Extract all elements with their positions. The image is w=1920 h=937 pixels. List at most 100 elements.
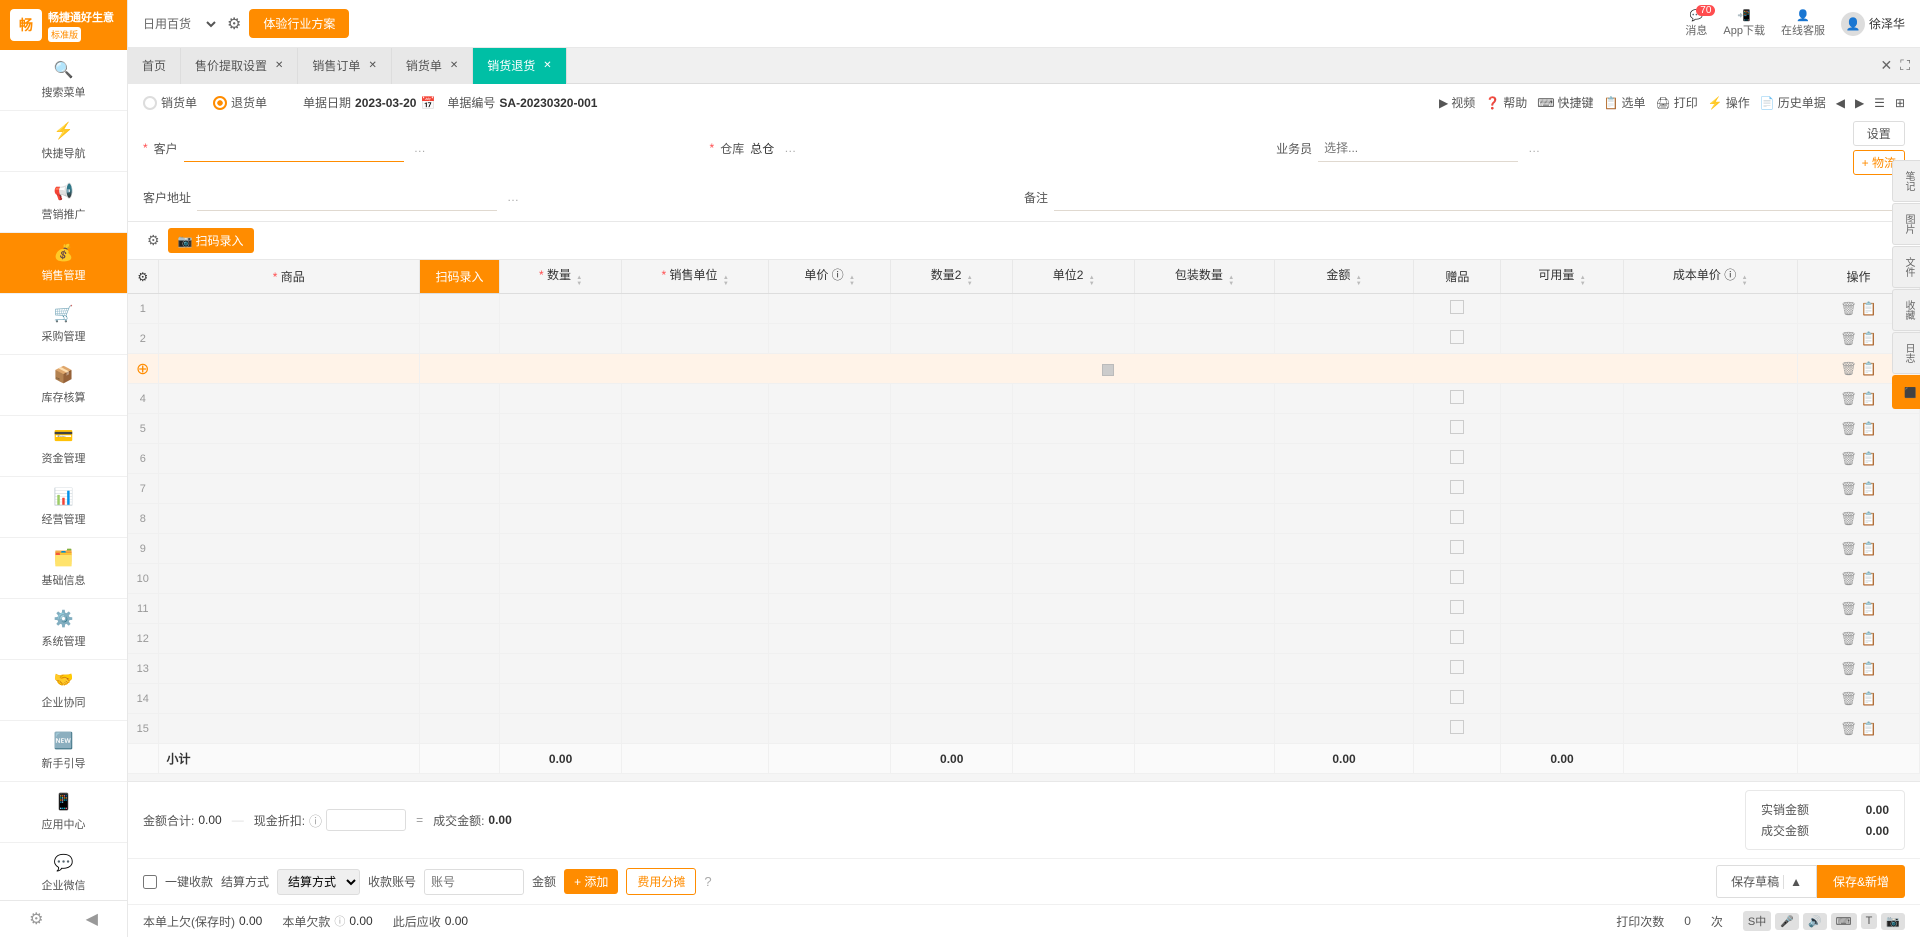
gift-cb-9[interactable] bbox=[1450, 540, 1464, 554]
account-input[interactable] bbox=[424, 869, 524, 895]
payment-help-icon[interactable]: ? bbox=[704, 874, 711, 889]
add-row-icon[interactable]: ⊕ bbox=[128, 354, 158, 384]
favorite-float-btn[interactable]: 收藏 bbox=[1892, 289, 1920, 331]
kb-btn[interactable]: ⌨ bbox=[1831, 913, 1857, 930]
qty-cell-1[interactable] bbox=[500, 294, 622, 324]
experience-button[interactable]: 体验行业方案 bbox=[249, 9, 349, 38]
tab-sales-return[interactable]: 销货退货 ✕ bbox=[473, 48, 566, 84]
app-download-button[interactable]: 📲 App下载 bbox=[1723, 9, 1765, 38]
price-cell-1[interactable] bbox=[769, 294, 891, 324]
copy-11[interactable]: 📋 bbox=[1861, 601, 1877, 617]
unit2-sort[interactable]: ▲▼ bbox=[1089, 275, 1095, 287]
del-4[interactable]: 🗑 bbox=[1840, 391, 1857, 407]
sidebar-item-marketing[interactable]: 📢 营销推广 bbox=[0, 172, 127, 233]
sidebar-item-quicknav[interactable]: ⚡ 快捷导航 bbox=[0, 111, 127, 172]
warehouse-more[interactable]: … bbox=[784, 141, 796, 155]
staff-input[interactable] bbox=[1318, 134, 1518, 162]
gift-cb-14[interactable] bbox=[1450, 690, 1464, 704]
amount-cell-2[interactable] bbox=[1274, 324, 1414, 354]
price-cell-2[interactable] bbox=[769, 324, 891, 354]
copy-15[interactable]: 📋 bbox=[1861, 721, 1877, 737]
unit2-cell-1[interactable] bbox=[1013, 294, 1135, 324]
gift-cb-6[interactable] bbox=[1450, 450, 1464, 464]
gift-cb-12[interactable] bbox=[1450, 630, 1464, 644]
copy-add-row[interactable]: 📋 bbox=[1861, 361, 1877, 377]
product-cell-10[interactable] bbox=[158, 564, 420, 594]
sidebar-item-purchase[interactable]: 🛒 采购管理 bbox=[0, 294, 127, 355]
tab-maximize[interactable]: ⛶ bbox=[1898, 55, 1912, 76]
method-select[interactable]: 结算方式 bbox=[277, 869, 360, 895]
del-11[interactable]: 🗑 bbox=[1840, 601, 1857, 617]
product-cell-7[interactable] bbox=[158, 474, 420, 504]
product-cell-13[interactable] bbox=[158, 654, 420, 684]
log-float-btn[interactable]: 日志 bbox=[1892, 332, 1920, 374]
unit2-cell-2[interactable] bbox=[1013, 324, 1135, 354]
del-9[interactable]: 🗑 bbox=[1840, 541, 1857, 557]
pkgqty-sort[interactable]: ▲▼ bbox=[1228, 275, 1234, 287]
select-btn[interactable]: 📋 选单 bbox=[1604, 94, 1646, 111]
remark-input[interactable] bbox=[1054, 183, 1905, 211]
orange-float-btn[interactable]: ⬛ bbox=[1892, 375, 1920, 409]
gift-checkbox-2[interactable] bbox=[1450, 330, 1464, 344]
copy-6[interactable]: 📋 bbox=[1861, 451, 1877, 467]
avail-sort[interactable]: ▲▼ bbox=[1580, 275, 1586, 287]
discount-input[interactable] bbox=[326, 809, 406, 831]
sidebar-item-operations[interactable]: 📊 经营管理 bbox=[0, 477, 127, 538]
customer-more[interactable]: … bbox=[414, 141, 426, 155]
product-cell-14[interactable] bbox=[158, 684, 420, 714]
copy-7[interactable]: 📋 bbox=[1861, 481, 1877, 497]
sidebar-item-collab[interactable]: 🤝 企业协同 bbox=[0, 660, 127, 721]
product-cell-4[interactable] bbox=[158, 384, 420, 414]
product-cell-5[interactable] bbox=[158, 414, 420, 444]
sidebar-settings-btn[interactable]: ⚙ bbox=[29, 909, 43, 929]
cost-sort[interactable]: ▲▼ bbox=[1742, 275, 1748, 287]
ops-btn[interactable]: ⚡ 操作 bbox=[1708, 94, 1750, 111]
tab-sales-slip[interactable]: 销货单 ✕ bbox=[392, 48, 473, 84]
del-7[interactable]: 🗑 bbox=[1840, 481, 1857, 497]
copy-13[interactable]: 📋 bbox=[1861, 661, 1877, 677]
gift-cb-15[interactable] bbox=[1450, 720, 1464, 734]
header-settings-icon[interactable]: ⚙ bbox=[227, 14, 241, 34]
sidebar-item-apps[interactable]: 📱 应用中心 bbox=[0, 782, 127, 843]
del-12[interactable]: 🗑 bbox=[1840, 631, 1857, 647]
gift-cb-13[interactable] bbox=[1450, 660, 1464, 674]
unit-cell-2[interactable] bbox=[622, 324, 769, 354]
tab-sales-order[interactable]: 销售订单 ✕ bbox=[298, 48, 391, 84]
video-btn[interactable]: ▶ 视频 bbox=[1439, 94, 1475, 111]
product-cell-11[interactable] bbox=[158, 594, 420, 624]
files-float-btn[interactable]: 文件 bbox=[1892, 246, 1920, 288]
tab-price-extract-close[interactable]: ✕ bbox=[275, 60, 283, 71]
sidebar-item-search[interactable]: 🔍 搜索菜单 bbox=[0, 50, 127, 111]
copy-10[interactable]: 📋 bbox=[1861, 571, 1877, 587]
sidebar-item-inventory[interactable]: 📦 库存核算 bbox=[0, 355, 127, 416]
tab-sales-slip-close[interactable]: ✕ bbox=[450, 60, 458, 71]
sidebar-item-system[interactable]: ⚙️ 系统管理 bbox=[0, 599, 127, 660]
product-cell-8[interactable] bbox=[158, 504, 420, 534]
staff-more[interactable]: … bbox=[1528, 141, 1540, 155]
gift-cb-10[interactable] bbox=[1450, 570, 1464, 584]
sidebar-item-finance[interactable]: 💳 资金管理 bbox=[0, 416, 127, 477]
col-settings[interactable]: ⚙ bbox=[128, 260, 158, 294]
copy-9[interactable]: 📋 bbox=[1861, 541, 1877, 557]
address-more[interactable]: … bbox=[507, 190, 519, 204]
list-view-btn[interactable]: ☰ bbox=[1874, 96, 1885, 110]
add-payment-button[interactable]: + 添加 bbox=[564, 869, 618, 894]
product-cell-9[interactable] bbox=[158, 534, 420, 564]
translate-btn[interactable]: T bbox=[1861, 913, 1878, 929]
sidebar-item-newbie[interactable]: 🆕 新手引导 bbox=[0, 721, 127, 782]
tab-home[interactable]: 首页 bbox=[128, 48, 181, 84]
images-float-btn[interactable]: 图片 bbox=[1892, 203, 1920, 245]
col-barcode[interactable]: 扫码录入 bbox=[420, 260, 500, 294]
sidebar-item-sales[interactable]: 💰 销售管理 bbox=[0, 233, 127, 294]
barcode-button[interactable]: 📷 扫码录入 bbox=[168, 228, 254, 253]
sidebar-item-basic-info[interactable]: 🗂️ 基础信息 bbox=[0, 538, 127, 599]
gift-cell-2[interactable] bbox=[1414, 324, 1501, 354]
history-btn[interactable]: 📄 历史单据 bbox=[1760, 94, 1826, 111]
print-btn[interactable]: 🖨 打印 bbox=[1656, 94, 1698, 111]
gift-cb-11[interactable] bbox=[1450, 600, 1464, 614]
gift-cb-7[interactable] bbox=[1450, 480, 1464, 494]
product-cell-2[interactable] bbox=[158, 324, 420, 354]
sidebar-collapse-btn[interactable]: ◀ bbox=[86, 909, 98, 929]
copy-row-2[interactable]: 📋 bbox=[1861, 331, 1877, 347]
del-10[interactable]: 🗑 bbox=[1840, 571, 1857, 587]
